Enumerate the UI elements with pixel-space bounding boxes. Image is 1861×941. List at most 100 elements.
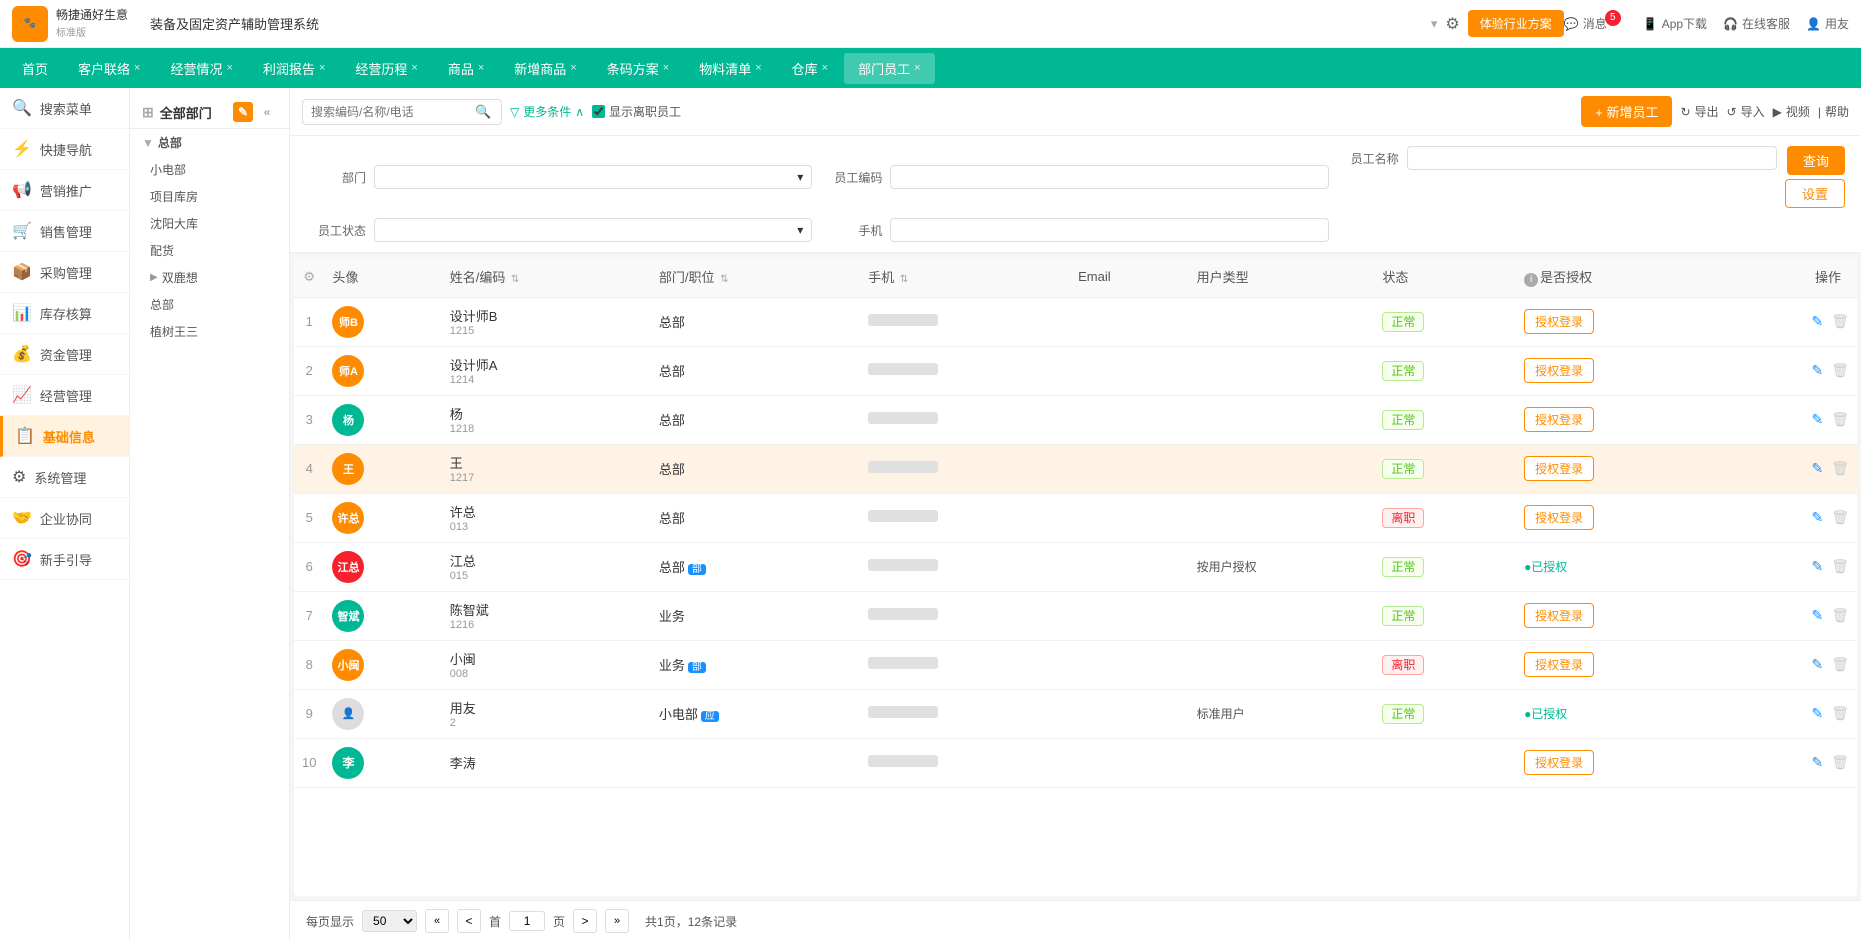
close-icon[interactable]: × — [226, 62, 232, 74]
tab-bom[interactable]: 物料清单 × — [685, 53, 775, 84]
tab-profit[interactable]: 利润报告 × — [249, 53, 339, 84]
tree-node-shuanglu[interactable]: ▶ 双鹿想 — [130, 264, 289, 291]
tab-goods[interactable]: 商品 × — [434, 53, 498, 84]
message-btn[interactable]: 💬 消息 5 — [1564, 15, 1627, 32]
prev-page-btn[interactable]: < — [457, 909, 481, 933]
auth-btn[interactable]: 授权登录 — [1524, 652, 1594, 677]
close-icon[interactable]: × — [570, 62, 576, 74]
auth-btn[interactable]: 授权登录 — [1524, 358, 1594, 383]
edit-btn[interactable]: ✎ — [1811, 607, 1823, 624]
close-icon[interactable]: × — [134, 62, 140, 74]
app-download-btn[interactable]: 📱 App下载 — [1643, 15, 1707, 32]
tab-operations[interactable]: 经营情况 × — [156, 53, 246, 84]
import-btn[interactable]: ↺ 导入 — [1727, 103, 1765, 120]
emp-code-input[interactable] — [890, 165, 1328, 189]
sidebar-item-inventory[interactable]: 📊 库存核算 — [0, 293, 129, 334]
sidebar-item-operations[interactable]: 📈 经营管理 — [0, 375, 129, 416]
delete-btn[interactable]: 🗑 — [1831, 460, 1849, 477]
dept-select[interactable]: ▾ — [374, 165, 812, 189]
sidebar-item-sales[interactable]: 🛒 销售管理 — [0, 211, 129, 252]
delete-btn[interactable]: 🗑 — [1831, 558, 1849, 575]
tree-node-xiaodianbu[interactable]: 小电部 — [130, 156, 289, 183]
tree-node-zongbu-parent[interactable]: ▼ 总部 — [130, 129, 289, 156]
delete-btn[interactable]: 🗑 — [1831, 362, 1849, 379]
set-btn[interactable]: 设置 — [1785, 179, 1845, 208]
tab-home[interactable]: 首页 — [8, 53, 62, 84]
first-page-btn[interactable]: « — [425, 909, 449, 933]
sidebar-item-guide[interactable]: 🎯 新手引导 — [0, 539, 129, 580]
tree-node-zhishuwang[interactable]: 植树王三 — [130, 318, 289, 345]
settings-icon[interactable]: ⚙ — [1445, 14, 1459, 34]
edit-btn[interactable]: ✎ — [1811, 509, 1823, 526]
sys-dropdown-icon[interactable]: ▾ — [1431, 16, 1438, 32]
edit-btn[interactable]: ✎ — [1811, 362, 1823, 379]
show-resigned-input[interactable] — [592, 105, 605, 118]
edit-btn[interactable]: ✎ — [1811, 313, 1823, 330]
phone-input[interactable] — [890, 218, 1328, 242]
auth-btn[interactable]: 授权登录 — [1524, 603, 1594, 628]
col-settings[interactable]: ⚙ — [294, 257, 324, 297]
export-btn[interactable]: ↻ 导出 — [1680, 103, 1718, 120]
delete-btn[interactable]: 🗑 — [1831, 607, 1849, 624]
close-icon[interactable]: × — [319, 62, 325, 74]
close-icon[interactable]: × — [478, 62, 484, 74]
delete-btn[interactable]: 🗑 — [1831, 754, 1849, 771]
add-employee-btn[interactable]: + 新增员工 — [1581, 96, 1672, 127]
edit-btn[interactable]: ✎ — [1811, 656, 1823, 673]
edit-btn[interactable]: ✎ — [1811, 460, 1823, 477]
col-name[interactable]: 姓名/编码 ⇅ — [442, 257, 651, 297]
delete-btn[interactable]: 🗑 — [1831, 656, 1849, 673]
tab-history[interactable]: 经营历程 × — [341, 53, 431, 84]
close-icon[interactable]: × — [755, 62, 761, 74]
auth-btn[interactable]: 授权登录 — [1524, 750, 1594, 775]
sidebar-item-finance[interactable]: 💰 资金管理 — [0, 334, 129, 375]
tree-edit-btn[interactable]: ✎ — [233, 102, 253, 122]
sidebar-item-marketing[interactable]: 📢 营销推广 — [0, 170, 129, 211]
online-service-btn[interactable]: 🎧 在线客服 — [1723, 15, 1790, 32]
filter-more-btn[interactable]: ▽ 更多条件 ∧ — [510, 103, 584, 120]
try-btn[interactable]: 体验行业方案 — [1468, 10, 1564, 37]
tree-node-peihuo[interactable]: 配货 — [130, 237, 289, 264]
close-icon[interactable]: × — [822, 62, 828, 74]
edit-btn[interactable]: ✎ — [1811, 411, 1823, 428]
search-input[interactable] — [311, 105, 471, 119]
auth-btn[interactable]: 授权登录 — [1524, 407, 1594, 432]
close-icon[interactable]: × — [663, 62, 669, 74]
tab-barcode[interactable]: 条码方案 × — [593, 53, 683, 84]
sidebar-item-quicknav[interactable]: ⚡ 快捷导航 — [0, 129, 129, 170]
delete-btn[interactable]: 🗑 — [1831, 411, 1849, 428]
search-box[interactable]: 🔍 — [302, 99, 502, 125]
emp-name-input[interactable] — [1407, 146, 1777, 170]
col-phone[interactable]: 手机 ⇅ — [860, 257, 1070, 297]
tab-dept-employee[interactable]: 部门员工 × — [844, 53, 934, 84]
close-icon[interactable]: × — [914, 62, 920, 74]
close-icon[interactable]: × — [411, 62, 417, 74]
tree-node-shenyang[interactable]: 沈阳大库 — [130, 210, 289, 237]
emp-status-select[interactable]: ▾ — [374, 218, 812, 242]
view-btn[interactable]: ▶ 视频 — [1773, 103, 1810, 120]
tab-warehouse[interactable]: 仓库 × — [778, 53, 842, 84]
tree-node-zongbu[interactable]: 总部 — [130, 291, 289, 318]
sidebar-item-system[interactable]: ⚙ 系统管理 — [0, 457, 129, 498]
tree-collapse-btn[interactable]: « — [257, 102, 277, 122]
tree-node-xiangmukufang[interactable]: 项目库房 — [130, 183, 289, 210]
edit-btn[interactable]: ✎ — [1811, 754, 1823, 771]
last-page-btn[interactable]: » — [605, 909, 629, 933]
show-resigned-checkbox[interactable]: 显示离职员工 — [592, 103, 681, 120]
col-dept[interactable]: 部门/职位 ⇅ — [651, 257, 860, 297]
next-page-btn[interactable]: > — [573, 909, 597, 933]
delete-btn[interactable]: 🗑 — [1831, 313, 1849, 330]
auth-btn[interactable]: 授权登录 — [1524, 505, 1594, 530]
sidebar-item-search[interactable]: 🔍 搜索菜单 — [0, 88, 129, 129]
help-btn[interactable]: | 帮助 — [1818, 103, 1849, 120]
sidebar-item-basic[interactable]: 📋 基础信息 — [0, 416, 129, 457]
auth-btn[interactable]: 授权登录 — [1524, 309, 1594, 334]
edit-btn[interactable]: ✎ — [1811, 558, 1823, 575]
per-page-select[interactable]: 50 100 — [362, 910, 417, 932]
query-btn[interactable]: 查询 — [1787, 146, 1845, 175]
sidebar-item-enterprise[interactable]: 🤝 企业协同 — [0, 498, 129, 539]
sidebar-item-purchase[interactable]: 📦 采购管理 — [0, 252, 129, 293]
delete-btn[interactable]: 🗑 — [1831, 705, 1849, 722]
user-btn[interactable]: 👤 用友 — [1806, 15, 1849, 32]
page-input[interactable] — [509, 911, 545, 931]
